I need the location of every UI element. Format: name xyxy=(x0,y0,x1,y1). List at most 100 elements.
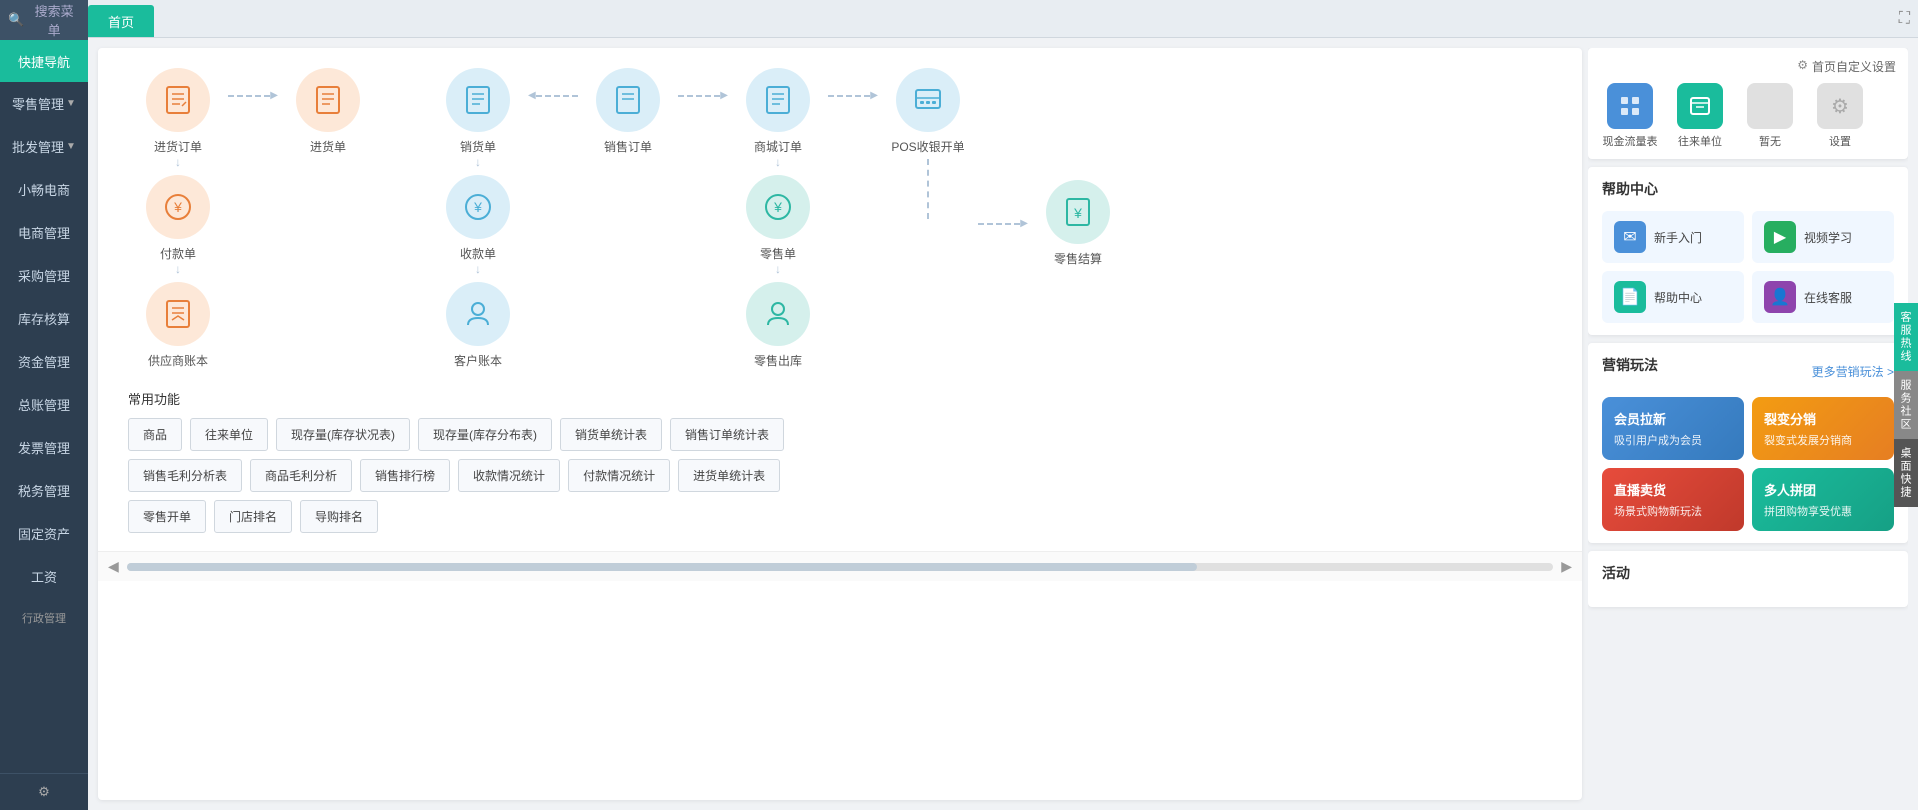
func-btn-goods[interactable]: 商品 xyxy=(128,418,182,451)
flow-node-purchase[interactable]: 进货单 xyxy=(278,68,378,155)
node-col-shop-order: 商城订单 ↓ ¥ 零售单 ↓ xyxy=(728,68,828,369)
sidebar-settings-button[interactable]: ⚙ xyxy=(0,773,88,810)
func-row-2: 销售毛利分析表 商品毛利分析 销售排行榜 收款情况统计 付款情况统计 进货单统计… xyxy=(128,459,1552,492)
helpcenter-icon: 📄 xyxy=(1614,281,1646,313)
sidebar-item-funds[interactable]: 资金管理 xyxy=(0,340,88,383)
quick-icon-cashflow[interactable]: 现金流量表 xyxy=(1600,83,1660,149)
scroll-thumb xyxy=(127,563,1197,571)
quick-icon-counterpart[interactable]: 往来单位 xyxy=(1670,83,1730,149)
gear-icon: ⚙ xyxy=(1797,58,1808,75)
help-item-helpcenter[interactable]: 📄 帮助中心 xyxy=(1602,271,1744,323)
func-btn-store-rank[interactable]: 门店排名 xyxy=(214,500,292,533)
tab-home[interactable]: 首页 xyxy=(88,5,154,37)
marketing-card-member[interactable]: 会员拉新 吸引用户成为会员 xyxy=(1602,397,1744,460)
func-btn-retail-open[interactable]: 零售开单 xyxy=(128,500,206,533)
quick-icons-section: ⚙ 首页自定义设置 现金流量表 往来单位 xyxy=(1588,48,1908,159)
settings-icon: ⚙ xyxy=(38,784,50,799)
left-panel: 进货订单 ↓ ¥ 付款单 ↓ xyxy=(98,48,1582,800)
main-area: 首页 ⛶ 进货订单 xyxy=(88,0,1918,810)
fullscreen-button[interactable]: ⛶ xyxy=(1891,6,1918,32)
marketing-card-group[interactable]: 多人拼团 拼团购物享受优惠 xyxy=(1752,468,1894,531)
func-btn-receipt-stat[interactable]: 收款情况统计 xyxy=(458,459,560,492)
beginner-label: 新手入门 xyxy=(1654,229,1702,246)
scroll-track[interactable] xyxy=(127,563,1553,571)
marketing-card-fission[interactable]: 裂变分销 裂变式发展分销商 xyxy=(1752,397,1894,460)
flow-node-supplier-ledger[interactable]: 供应商账本 xyxy=(128,282,228,369)
float-buttons: 客服热线 服务社区 桌面快捷 xyxy=(1894,303,1918,507)
func-btn-sales-order-stat[interactable]: 销售订单统计表 xyxy=(670,418,784,451)
flow-node-sales[interactable]: 销货单 xyxy=(428,68,528,155)
flow-node-retail-out[interactable]: 零售出库 xyxy=(728,282,828,369)
scroll-right-arrow[interactable]: ▶ xyxy=(1561,558,1572,575)
marketing-section: 营销玩法 更多营销玩法 > 会员拉新 吸引用户成为会员 裂变分销 裂变式发展分销… xyxy=(1588,343,1908,543)
func-btn-guide-rank[interactable]: 导购排名 xyxy=(300,500,378,533)
activity-title: 活动 xyxy=(1602,563,1894,583)
flow-node-purchase-order[interactable]: 进货订单 xyxy=(128,68,228,155)
group-card-title: 多人拼团 xyxy=(1764,480,1882,499)
member-card-subtitle: 吸引用户成为会员 xyxy=(1614,432,1732,448)
func-btn-profit1[interactable]: 销售毛利分析表 xyxy=(128,459,242,492)
activity-section: 活动 xyxy=(1588,551,1908,607)
sidebar-item-ledger[interactable]: 总账管理 xyxy=(0,383,88,426)
live-card-title: 直播卖货 xyxy=(1614,480,1732,499)
quick-icons-header: ⚙ 首页自定义设置 xyxy=(1600,58,1896,75)
fission-card-subtitle: 裂变式发展分销商 xyxy=(1764,432,1882,448)
right-panel: ⚙ 首页自定义设置 现金流量表 往来单位 xyxy=(1588,48,1908,800)
sidebar-search[interactable]: 🔍 搜索菜单 xyxy=(0,0,88,40)
sidebar-quicknav[interactable]: 快捷导航 xyxy=(0,40,88,82)
fission-card-title: 裂变分销 xyxy=(1764,409,1882,428)
more-marketing-link[interactable]: 更多营销玩法 > xyxy=(1812,363,1894,380)
settings-icon: ⚙ xyxy=(1817,83,1863,129)
float-btn-support[interactable]: 客服热线 xyxy=(1894,303,1918,371)
func-btn-ranking[interactable]: 销售排行榜 xyxy=(360,459,450,492)
help-center-section: 帮助中心 ✉ 新手入门 ▶ 视频学习 📄 帮助中心 👤 xyxy=(1588,167,1908,335)
sidebar-item-tax[interactable]: 税务管理 xyxy=(0,469,88,512)
settings-label: 设置 xyxy=(1829,133,1851,149)
func-btn-stock1[interactable]: 现存量(库存状况表) xyxy=(276,418,410,451)
beginner-icon: ✉ xyxy=(1614,221,1646,253)
sidebar-item-inventory[interactable]: 库存核算 xyxy=(0,297,88,340)
sidebar-item-invoice[interactable]: 发票管理 xyxy=(0,426,88,469)
scroll-left-arrow[interactable]: ◀ xyxy=(108,558,119,575)
func-btn-purchase-stat[interactable]: 进货单统计表 xyxy=(678,459,780,492)
float-btn-desktop[interactable]: 桌面快捷 xyxy=(1894,439,1918,507)
marketing-title: 营销玩法 xyxy=(1602,355,1658,375)
support-label: 在线客服 xyxy=(1804,289,1852,306)
sidebar-item-retail[interactable]: 零售管理▼ xyxy=(0,82,88,125)
sidebar: 🔍 搜索菜单 快捷导航 零售管理▼ 批发管理▼ 小畅电商 电商管理 采购管理 库… xyxy=(0,0,88,810)
quick-icon-settings[interactable]: ⚙ 设置 xyxy=(1810,83,1870,149)
func-btn-stock2[interactable]: 现存量(库存分布表) xyxy=(418,418,552,451)
sidebar-item-ecom[interactable]: 电商管理 xyxy=(0,211,88,254)
func-btn-payment-stat[interactable]: 付款情况统计 xyxy=(568,459,670,492)
float-btn-community[interactable]: 服务社区 xyxy=(1894,371,1918,439)
sidebar-item-wholesale[interactable]: 批发管理▼ xyxy=(0,125,88,168)
node-col-purchase-order: 进货订单 ↓ ¥ 付款单 ↓ xyxy=(128,68,228,369)
homepage-settings-label[interactable]: 首页自定义设置 xyxy=(1812,58,1896,75)
flow-node-pos[interactable]: POS收银开单 xyxy=(878,68,978,155)
sidebar-item-salary[interactable]: 工资 xyxy=(0,555,88,598)
common-functions-section: 常用功能 商品 往来单位 现存量(库存状况表) 现存量(库存分布表) 销货单统计… xyxy=(98,379,1582,551)
flow-node-retail-settle[interactable]: ¥ 零售结算 xyxy=(1028,180,1128,267)
quick-icon-empty[interactable]: 暂无 xyxy=(1740,83,1800,149)
help-item-support[interactable]: 👤 在线客服 xyxy=(1752,271,1894,323)
marketing-card-live[interactable]: 直播卖货 场景式购物新玩法 xyxy=(1602,468,1744,531)
sidebar-item-ecom-small[interactable]: 小畅电商 xyxy=(0,168,88,211)
empty-icon xyxy=(1747,83,1793,129)
sidebar-item-purchase[interactable]: 采购管理 xyxy=(0,254,88,297)
func-btn-counterpart[interactable]: 往来单位 xyxy=(190,418,268,451)
help-item-video[interactable]: ▶ 视频学习 xyxy=(1752,211,1894,263)
flow-node-receipt[interactable]: ¥ 收款单 xyxy=(428,175,528,262)
common-functions-title: 常用功能 xyxy=(128,389,1552,408)
sidebar-item-assets[interactable]: 固定资产 xyxy=(0,512,88,555)
flow-node-retail-order[interactable]: ¥ 零售单 xyxy=(728,175,828,262)
func-btn-sales-stat[interactable]: 销货单统计表 xyxy=(560,418,662,451)
scroll-bar-row: ◀ ▶ xyxy=(98,551,1582,581)
flow-node-customer-ledger[interactable]: 客户账本 xyxy=(428,282,528,369)
func-btn-profit2[interactable]: 商品毛利分析 xyxy=(250,459,352,492)
flow-node-payment[interactable]: ¥ 付款单 xyxy=(128,175,228,262)
flow-node-sales-order[interactable]: 销售订单 xyxy=(578,68,678,155)
sidebar-quicknav-label: 快捷导航 xyxy=(18,52,70,71)
help-item-beginner[interactable]: ✉ 新手入门 xyxy=(1602,211,1744,263)
sidebar-item-admin[interactable]: 行政管理 xyxy=(0,598,88,638)
flow-node-shop-order[interactable]: 商城订单 xyxy=(728,68,828,155)
